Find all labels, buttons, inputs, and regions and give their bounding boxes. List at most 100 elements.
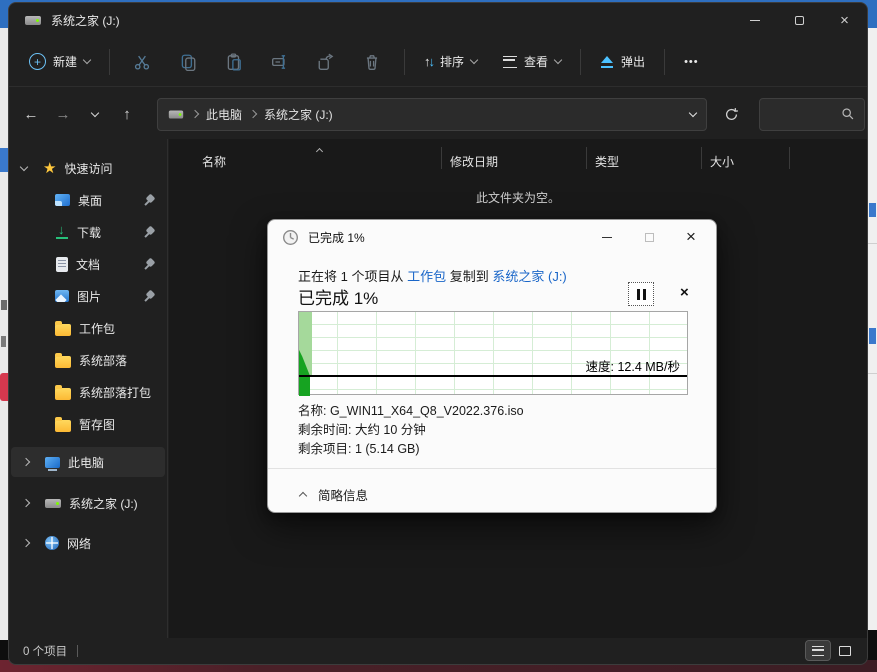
sidebar-item-pictures[interactable]: 图片 — [11, 281, 165, 311]
column-divider[interactable] — [586, 147, 587, 169]
dialog-maximize-button[interactable] — [628, 222, 670, 252]
more-options-button[interactable]: ••• — [674, 44, 709, 80]
column-divider[interactable] — [701, 147, 702, 169]
speed-label: 速度: 12.4 MB/秒 — [586, 356, 680, 375]
pause-button[interactable] — [628, 282, 654, 306]
copy-destination-link[interactable]: 系统之家 (J:) — [492, 269, 566, 284]
eject-icon — [600, 56, 614, 68]
large-icons-view-button[interactable] — [833, 641, 857, 660]
copy-button[interactable] — [165, 44, 211, 80]
sidebar-item-folder-gongzuobao[interactable]: 工作包 — [11, 313, 165, 343]
divider — [268, 468, 716, 469]
picture-icon — [55, 290, 69, 302]
share-button[interactable] — [303, 44, 349, 80]
column-divider[interactable] — [441, 147, 442, 169]
detail-items-remaining: 剩余项目: 1 (5.14 GB) — [298, 440, 524, 459]
forward-button[interactable]: → — [47, 98, 79, 130]
maximize-icon — [645, 233, 654, 242]
delete-button[interactable] — [349, 44, 395, 80]
new-button[interactable]: + 新建 — [19, 44, 100, 80]
column-header-name[interactable]: 名称 — [202, 153, 226, 170]
up-button[interactable]: ↑ — [111, 98, 143, 130]
pin-icon — [143, 258, 155, 270]
empty-folder-message: 此文件夹为空。 — [169, 189, 867, 206]
details-view-button[interactable] — [806, 641, 830, 660]
sidebar-item-this-pc[interactable]: 此电脑 — [11, 447, 165, 477]
cancel-copy-button[interactable]: × — [680, 284, 689, 301]
background-fragment — [1, 300, 7, 310]
refresh-button[interactable] — [715, 98, 747, 130]
navigation-bar: ← → ↑ 此电脑 系统之家 (J:) — [9, 89, 867, 139]
pin-icon — [143, 290, 155, 302]
paste-icon — [225, 53, 243, 71]
paste-button[interactable] — [211, 44, 257, 80]
divider — [404, 49, 405, 75]
sidebar-item-label: 网络 — [67, 535, 91, 552]
eject-button[interactable]: 弹出 — [590, 44, 655, 80]
fewer-details-toggle[interactable]: 简略信息 — [300, 482, 368, 506]
folder-icon — [55, 388, 71, 400]
close-button[interactable]: × — [822, 3, 867, 37]
pin-icon — [143, 194, 155, 206]
cut-icon — [133, 53, 151, 71]
sidebar-item-quick-access[interactable]: ★ 快速访问 — [11, 153, 165, 183]
breadcrumb-separator-icon — [249, 110, 257, 118]
sidebar-item-network[interactable]: 网络 — [11, 528, 165, 558]
large-icons-view-icon — [839, 646, 851, 656]
cut-button[interactable] — [119, 44, 165, 80]
rename-button[interactable] — [257, 44, 303, 80]
copy-source-link[interactable]: 工作包 — [407, 269, 446, 284]
fewer-details-label: 简略信息 — [318, 485, 368, 504]
transfer-speed-graph: 速度: 12.4 MB/秒 — [298, 311, 688, 395]
window-title: 系统之家 (J:) — [51, 12, 120, 29]
dialog-minimize-button[interactable] — [586, 222, 628, 252]
command-bar: + 新建 — [9, 37, 867, 87]
chevron-down-icon — [470, 56, 478, 64]
sidebar-item-drive-j[interactable]: 系统之家 (J:) — [11, 488, 165, 518]
maximize-button[interactable] — [777, 3, 822, 37]
sidebar-item-label: 系统之家 (J:) — [69, 495, 138, 512]
search-input[interactable] — [759, 98, 865, 131]
address-dropdown-icon[interactable] — [689, 108, 697, 116]
recent-locations-button[interactable] — [79, 98, 111, 130]
search-icon — [841, 107, 855, 121]
address-bar[interactable]: 此电脑 系统之家 (J:) — [157, 98, 707, 131]
download-icon — [55, 225, 69, 239]
sidebar-item-folder-zancuntu[interactable]: 暂存图 — [11, 409, 165, 439]
sidebar-item-label: 文档 — [76, 256, 100, 273]
chevron-right-icon — [22, 499, 30, 507]
sidebar-item-documents[interactable]: 文档 — [11, 249, 165, 279]
view-button[interactable]: 查看 — [493, 44, 571, 80]
sort-label: 排序 — [440, 53, 464, 70]
chevron-right-icon — [22, 539, 30, 547]
sidebar-item-folder-xitongbuluo[interactable]: 系统部落 — [11, 345, 165, 375]
column-divider[interactable] — [789, 147, 790, 169]
breadcrumb-drive[interactable]: 系统之家 (J:) — [264, 106, 333, 123]
copy-middle: 复制到 — [450, 269, 489, 284]
divider — [580, 49, 581, 75]
sidebar-item-folder-xitongbuluo-daba[interactable]: 系统部落打包 — [11, 377, 165, 407]
chevron-down-icon — [83, 56, 91, 64]
column-header-type[interactable]: 类型 — [595, 153, 619, 170]
drive-icon — [45, 499, 61, 508]
drive-icon — [25, 16, 41, 25]
column-header-size[interactable]: 大小 — [710, 153, 734, 170]
sidebar-item-desktop[interactable]: 桌面 — [11, 185, 165, 215]
chevron-down-icon — [20, 162, 28, 170]
dialog-close-button[interactable]: × — [670, 222, 712, 252]
breadcrumb-this-pc[interactable]: 此电脑 — [206, 106, 242, 123]
sidebar-item-downloads[interactable]: 下载 — [11, 217, 165, 247]
item-count: 0 个项目 — [23, 643, 67, 659]
network-icon — [45, 536, 59, 550]
column-header-date[interactable]: 修改日期 — [450, 153, 498, 170]
background-window-right-sliver — [868, 28, 877, 630]
star-icon: ★ — [43, 161, 56, 176]
sidebar-item-label: 下载 — [77, 224, 101, 241]
status-bar: 0 个项目 — [9, 639, 867, 662]
back-button[interactable]: ← — [15, 98, 47, 130]
minimize-button[interactable] — [732, 3, 777, 37]
title-bar: 系统之家 (J:) × — [9, 3, 867, 37]
folder-icon — [55, 356, 71, 368]
sort-button[interactable]: ↑↓ 排序 — [414, 44, 487, 80]
sidebar-item-label: 暂存图 — [79, 416, 115, 433]
